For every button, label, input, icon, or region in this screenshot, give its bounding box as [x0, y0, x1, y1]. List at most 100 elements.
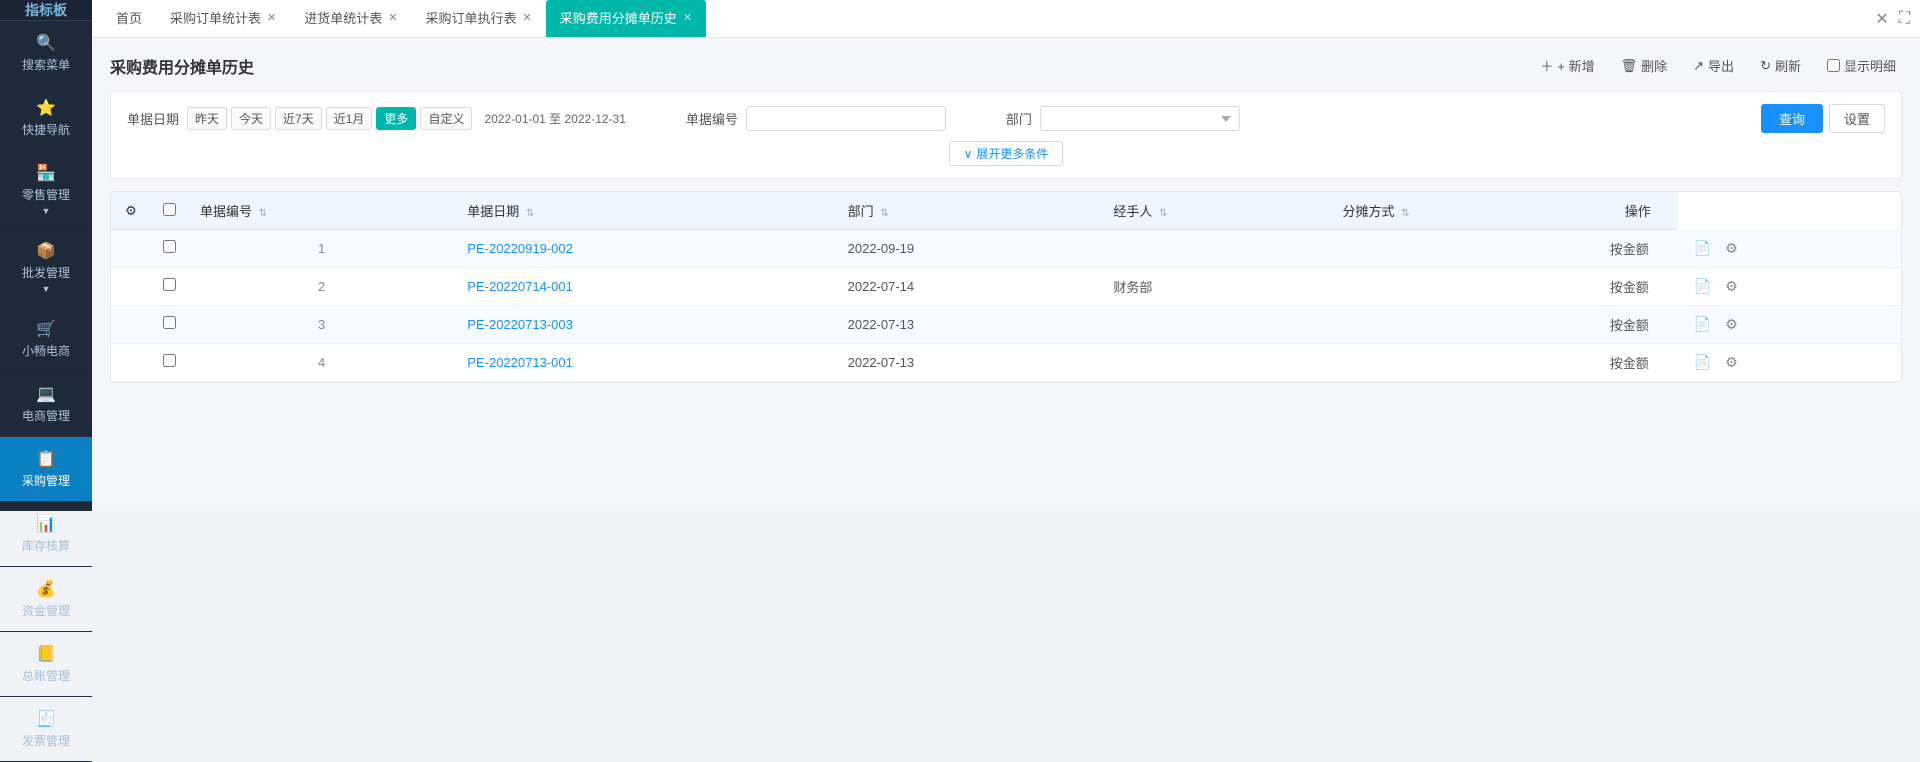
select-all-checkbox[interactable]: [163, 203, 176, 216]
row-alloc-method: 按金额: [1598, 343, 1678, 381]
sidebar-item-finance[interactable]: 💰 资金管理: [0, 567, 92, 632]
tab-purchase-execution[interactable]: 采购订单执行表 ✕: [411, 0, 545, 37]
row-checkbox[interactable]: [163, 316, 176, 329]
page-title: 采购费用分摊单历史: [110, 54, 254, 78]
refresh-label: 刷新: [1775, 56, 1801, 75]
custom-btn[interactable]: 自定义: [420, 107, 472, 130]
settings-button[interactable]: 设置: [1829, 104, 1885, 133]
row-action-cell: 📄 ⚙: [1678, 267, 1901, 305]
more-btn[interactable]: 更多: [376, 107, 416, 130]
gear-column-header: ⚙: [111, 192, 151, 230]
export-button[interactable]: ↗ 导出: [1687, 52, 1740, 79]
row-checkbox[interactable]: [163, 354, 176, 367]
row-dept: [1101, 305, 1330, 343]
row-gear-cell: [111, 343, 151, 381]
more-icon[interactable]: ⚙: [1721, 238, 1742, 259]
close-icon[interactable]: ✕: [523, 11, 532, 24]
delete-button[interactable]: 🗑 删除: [1615, 52, 1674, 79]
row-gear-cell: [111, 230, 151, 268]
close-icon[interactable]: ✕: [683, 11, 692, 24]
yesterday-btn[interactable]: 昨天: [187, 107, 227, 130]
main-content: 首页 采购订单统计表 ✕ 进货单统计表 ✕ 采购订单执行表 ✕ 采购费用分摊单历…: [92, 0, 1920, 511]
doc-num-link[interactable]: PE-20220713-003: [467, 317, 573, 332]
records-table: ⚙ 单据编号 ⇅ 单据日期 ⇅: [111, 192, 1901, 382]
row-checkbox-cell[interactable]: [151, 267, 188, 305]
sidebar-item-inventory[interactable]: 📊 库存核算: [0, 502, 92, 567]
more-icon[interactable]: ⚙: [1721, 276, 1742, 297]
tab-label: 进货单统计表: [304, 8, 382, 27]
last7days-btn[interactable]: 近7天: [275, 107, 322, 130]
sort-icon[interactable]: ⇅: [880, 208, 888, 219]
edit-icon[interactable]: 📄: [1690, 238, 1715, 259]
computer-icon: 💻: [36, 384, 56, 404]
doc-num-column-header: 单据编号 ⇅: [188, 192, 455, 230]
row-doc-num[interactable]: PE-20220713-003: [455, 305, 835, 343]
docnum-input[interactable]: [746, 106, 946, 131]
sort-icon[interactable]: ⇅: [1159, 208, 1167, 219]
expand-icon: ∨: [964, 147, 973, 161]
maximize-icon[interactable]: ⛶: [1899, 10, 1910, 28]
sidebar-item-quicknav[interactable]: ⭐ 快捷导航: [0, 86, 92, 151]
more-icon[interactable]: ⚙: [1721, 314, 1742, 335]
sidebar-item-ecommerce-small[interactable]: 🛒 小畅电商: [0, 307, 92, 372]
row-doc-num[interactable]: PE-20220714-001: [455, 267, 835, 305]
search-icon: 🔍: [36, 33, 56, 53]
sidebar-item-ledger[interactable]: 📒 总账管理: [0, 632, 92, 697]
filter-dept-field: 部门: [1006, 106, 1240, 131]
sort-icon[interactable]: ⇅: [259, 208, 267, 219]
sort-icon[interactable]: ⇅: [526, 208, 534, 219]
table-body: 1 PE-20220919-002 2022-09-19 按金额 📄 ⚙ 2 P…: [111, 230, 1901, 382]
close-window-icon[interactable]: ✕: [1875, 9, 1888, 29]
data-table: ⚙ 单据编号 ⇅ 单据日期 ⇅: [110, 191, 1902, 383]
row-checkbox[interactable]: [163, 240, 176, 253]
show-columns-check[interactable]: [1827, 59, 1840, 72]
tab-cost-alloc-history[interactable]: 采购费用分摊单历史 ✕: [546, 0, 706, 37]
row-checkbox-cell[interactable]: [151, 343, 188, 381]
refresh-icon: ↻: [1760, 58, 1771, 74]
show-columns-checkbox[interactable]: 显示明细: [1821, 52, 1902, 79]
sidebar-item-search[interactable]: 🔍 搜索菜单: [0, 21, 92, 86]
row-checkbox-cell[interactable]: [151, 305, 188, 343]
add-button[interactable]: ＋ + 新增: [1534, 52, 1600, 79]
last1month-btn[interactable]: 近1月: [326, 107, 373, 130]
close-icon[interactable]: ✕: [388, 11, 397, 24]
refresh-button[interactable]: ↻ 刷新: [1754, 52, 1807, 79]
table-row: 3 PE-20220713-003 2022-07-13 按金额 📄 ⚙: [111, 305, 1901, 343]
export-icon: ↗: [1693, 58, 1704, 74]
sidebar-item-purchase[interactable]: 📋 采购管理: [0, 437, 92, 502]
sort-icon[interactable]: ⇅: [1401, 208, 1409, 219]
expand-more-btn[interactable]: ∨ 展开更多条件: [949, 141, 1064, 166]
doc-num-link[interactable]: PE-20220713-001: [467, 355, 573, 370]
sidebar-item-wholesale[interactable]: 📦 批发管理 ▼: [0, 229, 92, 307]
sidebar-item-label: 零售管理: [22, 186, 70, 203]
dept-select[interactable]: [1040, 106, 1240, 131]
close-icon[interactable]: ✕: [267, 11, 276, 24]
delete-label: 删除: [1641, 56, 1667, 75]
row-number: 1: [188, 230, 455, 268]
doc-num-link[interactable]: PE-20220714-001: [467, 279, 573, 294]
chevron-down-icon: ▼: [42, 284, 51, 294]
tab-home[interactable]: 首页: [102, 0, 156, 37]
sidebar-item-retail[interactable]: 🏪 零售管理 ▼: [0, 151, 92, 229]
row-number: 2: [188, 267, 455, 305]
row-checkbox-cell[interactable]: [151, 230, 188, 268]
trash-icon: 🗑: [1621, 58, 1638, 74]
sidebar-item-ecommerce-mgmt[interactable]: 💻 电商管理: [0, 372, 92, 437]
gear-icon[interactable]: ⚙: [125, 203, 137, 218]
row-doc-num[interactable]: PE-20220919-002: [455, 230, 835, 268]
star-icon: ⭐: [36, 98, 56, 118]
edit-icon[interactable]: 📄: [1690, 352, 1715, 373]
doc-num-link[interactable]: PE-20220919-002: [467, 241, 573, 256]
tab-inbound-stats[interactable]: 进货单统计表 ✕: [290, 0, 411, 37]
row-doc-num[interactable]: PE-20220713-001: [455, 343, 835, 381]
row-checkbox[interactable]: [163, 278, 176, 291]
sidebar-item-label: 批发管理: [22, 264, 70, 281]
edit-icon[interactable]: 📄: [1690, 276, 1715, 297]
query-button[interactable]: 查询: [1761, 104, 1823, 133]
today-btn[interactable]: 今天: [231, 107, 271, 130]
cart-icon: 🛒: [36, 319, 56, 339]
sidebar-item-invoice[interactable]: 🧾 发票管理: [0, 697, 92, 762]
tab-purchase-order-stats[interactable]: 采购订单统计表 ✕: [156, 0, 290, 37]
more-icon[interactable]: ⚙: [1721, 352, 1742, 373]
edit-icon[interactable]: 📄: [1690, 314, 1715, 335]
